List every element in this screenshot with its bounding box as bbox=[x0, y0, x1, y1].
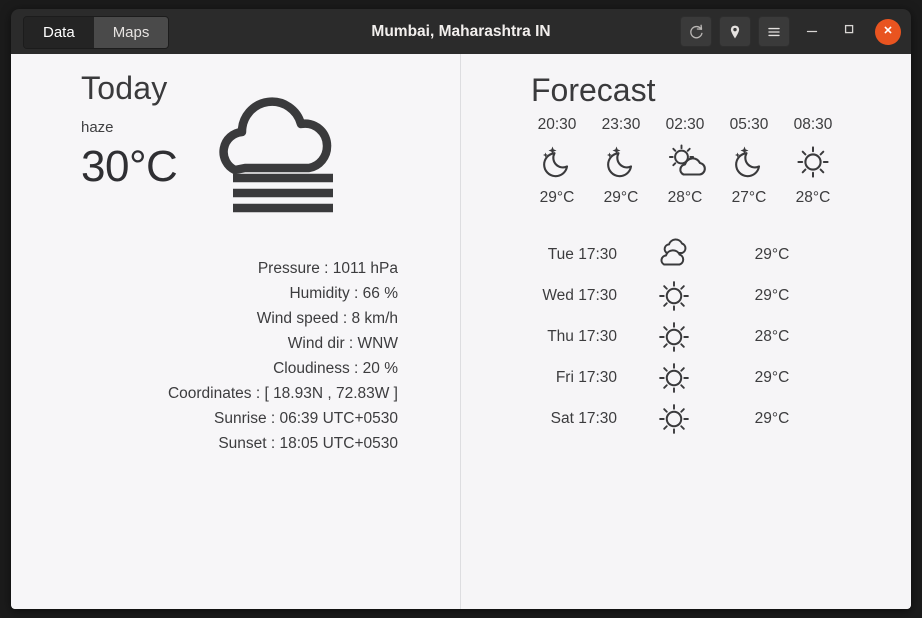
daily-temp: 29°C bbox=[754, 246, 790, 264]
daily-day: Fri 17:30 bbox=[555, 369, 617, 387]
hourly-forecast-strip: 20:30 29°C 23:30 29°C 02:30 28°C 05:30 2… bbox=[461, 108, 911, 207]
daily-temp: 29°C bbox=[754, 410, 790, 428]
refresh-button[interactable] bbox=[680, 16, 712, 47]
daily-day: Sat 17:30 bbox=[550, 410, 617, 428]
daily-row: Wed 17:30 29°C bbox=[461, 276, 911, 317]
hourly-temp: 29°C bbox=[603, 188, 639, 206]
hourly-time: 20:30 bbox=[537, 115, 577, 133]
minimize-icon bbox=[805, 22, 819, 41]
haze-icon bbox=[209, 84, 359, 224]
clear-night-icon bbox=[536, 138, 578, 186]
clear-night-icon bbox=[600, 138, 642, 186]
partly-cloudy-day-icon bbox=[664, 138, 706, 186]
daily-temp: 29°C bbox=[754, 287, 790, 305]
today-icon-wrap bbox=[201, 72, 460, 224]
hourly-temp: 29°C bbox=[539, 188, 575, 206]
daily-forecast-list: Tue 17:30 29°C Wed 17:30 29°C Thu 17:30 … bbox=[461, 235, 911, 440]
hamburger-menu-icon bbox=[766, 24, 782, 40]
detail-wind-dir: Wind dir : WNW bbox=[287, 335, 398, 352]
forecast-heading: Forecast bbox=[531, 72, 656, 108]
today-header-row: Today haze 30°C bbox=[11, 54, 460, 224]
detail-sunset: Sunset : 18:05 UTC+0530 bbox=[218, 435, 398, 452]
hourly-temp: 28°C bbox=[667, 188, 703, 206]
tab-maps-label: Maps bbox=[112, 24, 150, 41]
broken-clouds-icon bbox=[631, 236, 717, 274]
detail-coordinates: Coordinates : [ 18.93N , 72.83W ] bbox=[167, 385, 398, 402]
tab-maps[interactable]: Maps bbox=[93, 17, 169, 48]
title-bar: Data Maps Mumbai, Maharashtra IN bbox=[11, 9, 911, 54]
detail-cloudiness: Cloudiness : 20 % bbox=[273, 360, 398, 377]
hourly-item: 23:30 29°C bbox=[589, 116, 653, 207]
close-button[interactable] bbox=[875, 18, 901, 45]
maximize-icon bbox=[842, 22, 856, 41]
hourly-temp: 27°C bbox=[731, 188, 767, 206]
clear-night-icon bbox=[728, 138, 770, 186]
detail-wind-speed: Wind speed : 8 km/h bbox=[256, 310, 398, 327]
hourly-item: 05:30 27°C bbox=[717, 116, 781, 207]
sunny-icon bbox=[792, 138, 834, 186]
daily-temp: 28°C bbox=[754, 328, 790, 346]
tab-strip: Data Maps bbox=[23, 16, 170, 49]
hourly-time: 02:30 bbox=[665, 115, 705, 133]
refresh-icon bbox=[688, 24, 704, 40]
hourly-item: 02:30 28°C bbox=[653, 116, 717, 207]
today-details-list: Pressure : 1011 hPa Humidity : 66 % Wind… bbox=[11, 260, 460, 453]
forecast-panel: Forecast 20:30 29°C 23:30 29°C 02:30 28°… bbox=[461, 54, 911, 609]
hourly-item: 08:30 28°C bbox=[781, 116, 845, 207]
today-panel: Today haze 30°C Pressure: 1011 hPa Humi… bbox=[11, 54, 461, 609]
weather-app-window: Data Maps Mumbai, Maharashtra IN Today h… bbox=[11, 9, 911, 609]
hourly-temp: 28°C bbox=[795, 188, 831, 206]
hourly-time: 08:30 bbox=[793, 115, 833, 133]
detail-humidity: Humidity : 66 % bbox=[289, 285, 398, 302]
menu-button[interactable] bbox=[758, 16, 790, 47]
sunny-icon bbox=[631, 399, 717, 439]
close-icon bbox=[882, 23, 894, 41]
today-temperature: 30°C bbox=[81, 141, 178, 191]
daily-row: Fri 17:30 29°C bbox=[461, 358, 911, 399]
today-textblock: Today haze 30°C bbox=[11, 70, 201, 192]
tab-data-label: Data bbox=[43, 24, 75, 41]
daily-temp: 29°C bbox=[754, 369, 790, 387]
titlebar-actions bbox=[680, 9, 901, 54]
maximize-button[interactable] bbox=[834, 16, 864, 47]
hourly-time: 05:30 bbox=[729, 115, 769, 133]
daily-row: Sat 17:30 29°C bbox=[461, 399, 911, 440]
daily-row: Tue 17:30 29°C bbox=[461, 235, 911, 276]
daily-day: Tue 17:30 bbox=[547, 246, 617, 264]
content-area: Today haze 30°C Pressure: 1011 hPa Humi… bbox=[11, 54, 911, 609]
sunny-icon bbox=[631, 317, 717, 357]
today-heading: Today bbox=[81, 70, 168, 106]
daily-row: Thu 17:30 28°C bbox=[461, 317, 911, 358]
hourly-item: 20:30 29°C bbox=[525, 116, 589, 207]
daily-day: Thu 17:30 bbox=[547, 328, 617, 346]
location-pin-icon bbox=[727, 24, 743, 40]
sunny-icon bbox=[631, 276, 717, 316]
hourly-time: 23:30 bbox=[601, 115, 641, 133]
today-condition: haze bbox=[81, 118, 114, 136]
tab-data[interactable]: Data bbox=[24, 17, 94, 48]
minimize-button[interactable] bbox=[797, 16, 827, 47]
location-button[interactable] bbox=[719, 16, 751, 47]
detail-pressure: Pressure : 1011 hPa bbox=[257, 260, 398, 277]
sunny-icon bbox=[631, 358, 717, 398]
daily-day: Wed 17:30 bbox=[542, 287, 617, 305]
detail-sunrise: Sunrise : 06:39 UTC+0530 bbox=[214, 410, 398, 427]
